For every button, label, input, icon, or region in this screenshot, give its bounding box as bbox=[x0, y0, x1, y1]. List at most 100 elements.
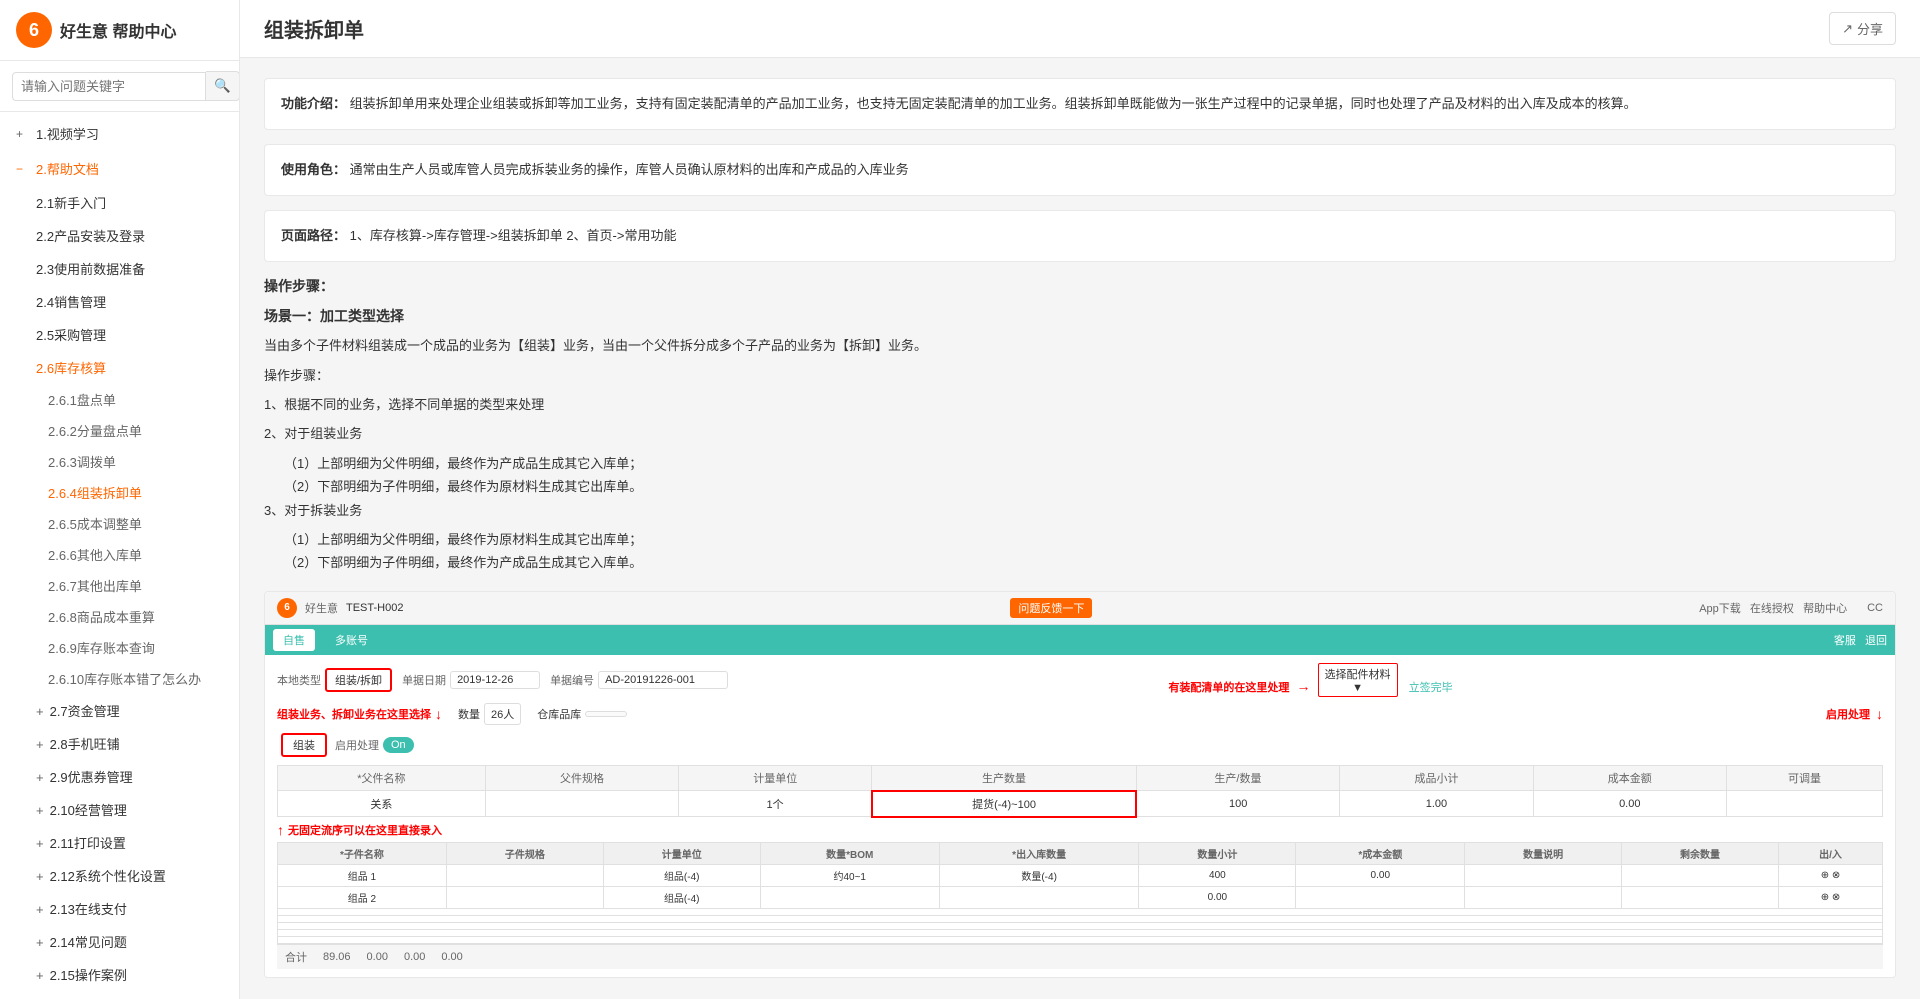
sidebar-item-cost-reset[interactable]: 2.6.8商品成本重算 bbox=[0, 601, 239, 632]
role-box: 使用角色： 通常由生产人员或库管人员完成拆装业务的操作，库管人员确认原材料的出库… bbox=[264, 144, 1896, 196]
sidebar-item-video[interactable]: + 1.视频学习 bbox=[0, 116, 239, 151]
ss-doc-type-label: 本地类型 bbox=[277, 672, 321, 688]
sidebar-item-account-error[interactable]: 2.6.10库存账本错了怎么办 bbox=[0, 663, 239, 694]
ss-cell-prod-qty: 提货(-4)~100 bbox=[872, 791, 1136, 817]
minus-icon: − bbox=[16, 162, 30, 176]
ss-sub-cell-cost2 bbox=[1296, 886, 1465, 908]
ss-annotation3: 组装业务、拆卸业务在这里选择 bbox=[277, 706, 431, 722]
path-text: 1、库存核算->库存管理->组装拆卸单 2、首页->常用功能 bbox=[350, 228, 677, 243]
sidebar-item-help-doc[interactable]: − 2.帮助文档 bbox=[0, 151, 239, 186]
ss-cell-parent-name: 关系 bbox=[278, 791, 486, 817]
ss-sub-cell-bom1: 约40~1 bbox=[760, 864, 939, 886]
ss-nav-home[interactable]: 自售 bbox=[273, 629, 315, 651]
sidebar-item-sales[interactable]: 2.4销售管理 bbox=[0, 285, 239, 318]
ss-annotation4-area: ↑ 无固定流序可以在这里直接录入 bbox=[277, 822, 1883, 838]
ss-footer: 合计 89.06 0.00 0.00 0.00 bbox=[277, 944, 1883, 969]
sidebar-item-online-pay[interactable]: +2.13在线支付 bbox=[0, 892, 239, 925]
ss-sub-col-cost2: *成本金额 bbox=[1296, 842, 1465, 864]
sidebar-item-cost-adjust[interactable]: 2.6.5成本调整单 bbox=[0, 508, 239, 539]
ss-sub-col-qty-desc: 数量说明 bbox=[1465, 842, 1622, 864]
sidebar-item-data-prep[interactable]: 2.3使用前数据准备 bbox=[0, 252, 239, 285]
page-title: 组装拆卸单 bbox=[264, 14, 364, 43]
logo-icon: 6 bbox=[16, 12, 52, 48]
ss-doc-type-field: 本地类型 组装/拆卸 bbox=[277, 668, 392, 692]
steps-title: 操作步骤： bbox=[264, 276, 1896, 296]
ss-switch[interactable]: On bbox=[383, 737, 414, 753]
ss-footer-total1: 89.06 bbox=[323, 951, 351, 963]
ss-switch-label: 启用处理 bbox=[335, 737, 379, 753]
table-row bbox=[278, 936, 1883, 943]
sidebar-item-personalize[interactable]: +2.12系统个性化设置 bbox=[0, 859, 239, 892]
ss-sub-col-inout-qty: *出入库数量 bbox=[939, 842, 1139, 864]
sidebar-item-stocktake[interactable]: 2.6.1盘点单 bbox=[0, 384, 239, 415]
table-row bbox=[278, 929, 1883, 936]
ss-switch-area: 启用处理 On bbox=[335, 737, 414, 753]
ss-annotation5-area: 启用处理 ↓ bbox=[643, 706, 1883, 722]
ss-sub-cell-sub1: 400 bbox=[1139, 864, 1296, 886]
ss-config-btn[interactable]: 选择配件材料▼ bbox=[1318, 663, 1398, 697]
sidebar-item-assembly[interactable]: 2.6.4组装拆卸单 bbox=[0, 477, 239, 508]
ss-col-prod-qty: 生产数量 bbox=[872, 765, 1136, 791]
ss-footer-total4: 0.00 bbox=[441, 951, 462, 963]
scene1-step2: 2、对于组装业务 bbox=[264, 422, 1896, 445]
sidebar-item-install[interactable]: 2.2产品安装及登录 bbox=[0, 219, 239, 252]
function-intro-box: 功能介绍： 组装拆卸单用来处理企业组装或拆卸等加工业务，支持有固定装配清单的产品… bbox=[264, 78, 1896, 130]
role-label: 使用角色： bbox=[281, 162, 346, 177]
sidebar-item-coupon[interactable]: +2.9优惠券管理 bbox=[0, 760, 239, 793]
sidebar-item-mobile[interactable]: +2.8手机旺铺 bbox=[0, 727, 239, 760]
sidebar-item-other-in[interactable]: 2.6.6其他入库单 bbox=[0, 539, 239, 570]
ss-sub-cell-io2: ⊕ ⊗ bbox=[1778, 886, 1882, 908]
ss-warehouse-field: 仓库品库 bbox=[537, 706, 627, 722]
ss-qty-field: 数量 26人 bbox=[458, 703, 521, 725]
plus-icon: + bbox=[16, 127, 30, 141]
ss-sub-cell-name1: 组品 1 bbox=[278, 864, 447, 886]
search-button[interactable]: 🔍 bbox=[206, 71, 240, 101]
sidebar-item-operation[interactable]: +2.10经营管理 bbox=[0, 793, 239, 826]
ss-type-selector-row: 组装 启用处理 On bbox=[277, 733, 1883, 757]
search-input[interactable] bbox=[12, 72, 206, 101]
sidebar-item-faq[interactable]: +2.14常见问题 bbox=[0, 925, 239, 958]
sidebar-item-fund[interactable]: +2.7资金管理 bbox=[0, 694, 239, 727]
ss-type-box[interactable]: 组装/拆卸 bbox=[325, 668, 392, 692]
ss-sub-col-qty-sub: 数量小计 bbox=[1139, 842, 1296, 864]
sidebar-item-stock-check[interactable]: 2.6.9库存账本查询 bbox=[0, 632, 239, 663]
ss-sub-cell-bom2 bbox=[760, 886, 939, 908]
ss-annotation5: 启用处理 bbox=[1826, 706, 1870, 722]
ss-form-row1: 本地类型 组装/拆卸 单据日期 2019-12-26 单据编号 AD-20191… bbox=[277, 663, 1883, 697]
ss-sub-cell-remain2 bbox=[1622, 886, 1779, 908]
sidebar-item-partial-stocktake[interactable]: 2.6.2分量盘点单 bbox=[0, 415, 239, 446]
ss-date-value: 2019-12-26 bbox=[450, 671, 540, 689]
sidebar-item-purchase[interactable]: 2.5采购管理 bbox=[0, 318, 239, 351]
share-button[interactable]: ↗ 分享 bbox=[1829, 12, 1896, 45]
steps-section: 操作步骤： 场景一：加工类型选择 当由多个子件材料组装成一个成品的业务为【组装】… bbox=[264, 276, 1896, 575]
ss-assembly-btn[interactable]: 组装 bbox=[281, 733, 327, 757]
ss-sub-cell-spec1 bbox=[446, 864, 603, 886]
ss-cell-parent-spec bbox=[485, 791, 678, 817]
scene1-title: 场景一：加工类型选择 bbox=[264, 306, 1896, 326]
scene1-steps-title: 操作步骤： bbox=[264, 364, 1896, 387]
ss-header: 6 好生意 TEST-H002 问题反馈一下 App下载 在线授权 帮助中心 C… bbox=[265, 592, 1895, 625]
top-bar: 组装拆卸单 ↗ 分享 bbox=[240, 0, 1920, 58]
ss-cell-cost-amt: 0.00 bbox=[1533, 791, 1726, 817]
ss-cell-unit: 1个 bbox=[679, 791, 872, 817]
sidebar-item-other-out[interactable]: 2.6.7其他出库单 bbox=[0, 570, 239, 601]
ss-empty-row6 bbox=[278, 929, 1883, 936]
sidebar-item-inventory[interactable]: 2.6库存核算 bbox=[0, 351, 239, 384]
ss-form-area: 本地类型 组装/拆卸 单据日期 2019-12-26 单据编号 AD-20191… bbox=[265, 655, 1895, 977]
ss-col-cost-amt: 成本金额 bbox=[1533, 765, 1726, 791]
ss-confirm-btn[interactable]: 立签完毕 bbox=[1409, 682, 1453, 694]
ss-nav-multi[interactable]: 多账号 bbox=[325, 629, 378, 651]
scene1-step3: 3、对于拆装业务 bbox=[264, 499, 1896, 522]
ss-empty-row7 bbox=[278, 936, 1883, 943]
sidebar-item-print[interactable]: +2.11打印设置 bbox=[0, 826, 239, 859]
ss-warehouse-input[interactable] bbox=[585, 711, 627, 717]
ss-sub-col-unit2: 计量单位 bbox=[603, 842, 760, 864]
sidebar-item-new-user[interactable]: 2.1新手入门 bbox=[0, 186, 239, 219]
content-area: 功能介绍： 组装拆卸单用来处理企业组装或拆卸等加工业务，支持有固定装配清单的产品… bbox=[240, 58, 1920, 999]
ss-lower-table: *子件名称 子件规格 计量单位 数量*BOM *出入库数量 数量小计 *成本金额… bbox=[277, 842, 1883, 944]
sidebar-item-cases[interactable]: +2.15操作案例 bbox=[0, 958, 239, 991]
ss-config-input[interactable]: 选择配件材料▼ bbox=[1318, 663, 1398, 697]
ss-col-prod-qty2: 生产/数量 bbox=[1136, 765, 1340, 791]
sidebar-item-transfer[interactable]: 2.6.3调拨单 bbox=[0, 446, 239, 477]
ss-sub-cell-unit2: 组品(-4) bbox=[603, 886, 760, 908]
